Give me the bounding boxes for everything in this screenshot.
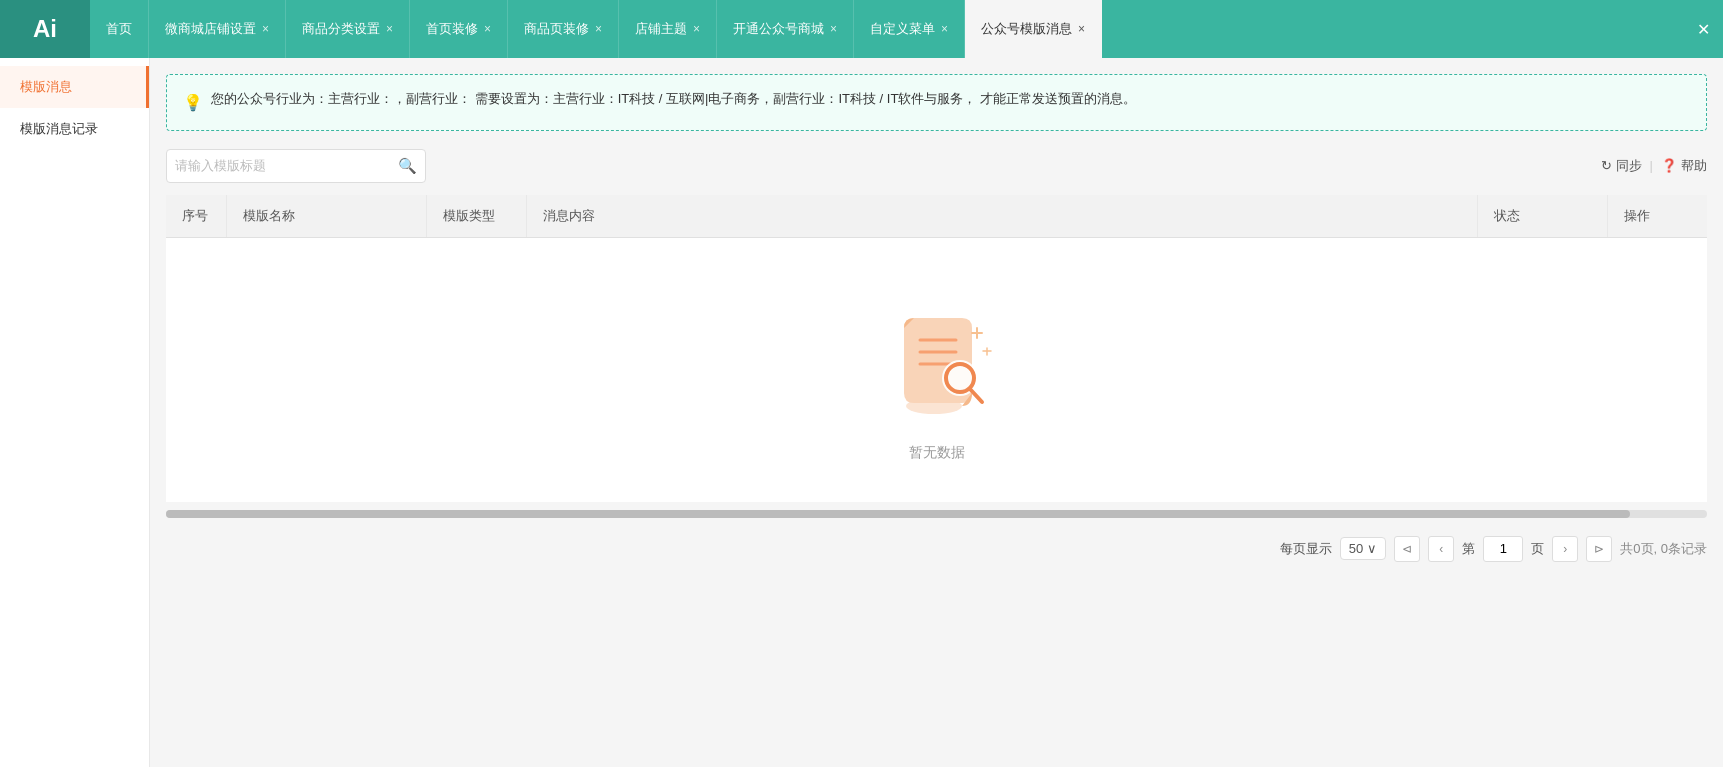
- sidebar-item-template-msg[interactable]: 模版消息: [0, 66, 149, 108]
- page-total: 共0页, 0条记录: [1620, 540, 1707, 558]
- empty-text: 暂无数据: [166, 444, 1707, 462]
- chevron-down-icon: ∨: [1367, 541, 1377, 556]
- sidebar: 模版消息模版消息记录: [0, 58, 150, 767]
- col-header-action: 操作: [1607, 195, 1707, 238]
- toolbar-right: ↻ 同步 | ❓ 帮助: [1601, 157, 1707, 175]
- col-header-name: 模版名称: [226, 195, 426, 238]
- nav-tab-home[interactable]: 首页: [90, 0, 149, 58]
- notice-content: 您的公众号行业为：主营行业：，副营行业： 需要设置为：主营行业：IT科技 / 互…: [211, 89, 1136, 110]
- page-word-before: 第: [1462, 540, 1475, 558]
- nav-tab-shop-settings[interactable]: 微商城店铺设置×: [149, 0, 286, 58]
- page-size-select[interactable]: 50 ∨: [1340, 537, 1386, 560]
- col-header-content: 消息内容: [526, 195, 1477, 238]
- search-input-wrap[interactable]: 🔍: [166, 149, 426, 183]
- logo: Ai: [0, 0, 90, 58]
- prev-page-button[interactable]: ‹: [1428, 536, 1454, 562]
- content-area: 💡 您的公众号行业为：主营行业：，副营行业： 需要设置为：主营行业：IT科技 /…: [150, 58, 1723, 767]
- empty-state: 暂无数据: [166, 238, 1707, 502]
- main-layout: 模版消息模版消息记录 💡 您的公众号行业为：主营行业：，副营行业： 需要设置为：…: [0, 58, 1723, 767]
- sync-button[interactable]: ↻ 同步: [1601, 157, 1642, 175]
- empty-row: 暂无数据: [166, 237, 1707, 502]
- divider: |: [1650, 158, 1653, 173]
- nav-tab-home-decor[interactable]: 首页装修×: [410, 0, 508, 58]
- notice-box: 💡 您的公众号行业为：主营行业：，副营行业： 需要设置为：主营行业：IT科技 /…: [166, 74, 1707, 131]
- next-page-button[interactable]: ›: [1552, 536, 1578, 562]
- page-word-after: 页: [1531, 540, 1544, 558]
- close-tab-category-settings-button[interactable]: ×: [386, 22, 393, 36]
- close-tab-shop-settings-button[interactable]: ×: [262, 22, 269, 36]
- table-body: 暂无数据: [166, 237, 1707, 502]
- horizontal-scrollbar[interactable]: [166, 510, 1707, 518]
- nav-tab-template-msg[interactable]: 公众号模版消息×: [965, 0, 1102, 58]
- col-header-seq: 序号: [166, 195, 226, 238]
- close-tab-store-theme-button[interactable]: ×: [693, 22, 700, 36]
- close-tab-product-decor-button[interactable]: ×: [595, 22, 602, 36]
- close-tab-custom-menu-button[interactable]: ×: [941, 22, 948, 36]
- close-all-tabs-button[interactable]: ✕: [1683, 0, 1723, 58]
- close-tab-open-mall-button[interactable]: ×: [830, 22, 837, 36]
- empty-illustration: [872, 298, 1002, 428]
- nav-tabs: 首页微商城店铺设置×商品分类设置×首页装修×商品页装修×店铺主题×开通公众号商城…: [90, 0, 1683, 58]
- nav-tab-store-theme[interactable]: 店铺主题×: [619, 0, 717, 58]
- page-size-value: 50: [1349, 541, 1363, 556]
- close-tab-template-msg-button[interactable]: ×: [1078, 22, 1085, 36]
- last-page-button[interactable]: ⊳: [1586, 536, 1612, 562]
- bulb-icon: 💡: [183, 90, 203, 116]
- search-bar: 🔍 ↻ 同步 | ❓ 帮助: [166, 149, 1707, 183]
- page-size-label: 每页显示: [1280, 540, 1332, 558]
- scrollbar-thumb[interactable]: [166, 510, 1630, 518]
- nav-tab-custom-menu[interactable]: 自定义菜单×: [854, 0, 965, 58]
- nav-tab-category-settings[interactable]: 商品分类设置×: [286, 0, 410, 58]
- sync-icon: ↻: [1601, 158, 1612, 173]
- current-page-input[interactable]: [1483, 536, 1523, 562]
- first-page-button[interactable]: ⊲: [1394, 536, 1420, 562]
- col-header-status: 状态: [1477, 195, 1607, 238]
- nav-tab-product-decor[interactable]: 商品页装修×: [508, 0, 619, 58]
- table-header: 序号模版名称模版类型消息内容状态操作: [166, 195, 1707, 238]
- help-icon: ❓: [1661, 158, 1677, 173]
- data-table: 序号模版名称模版类型消息内容状态操作: [166, 195, 1707, 502]
- col-header-type: 模版类型: [426, 195, 526, 238]
- search-icon[interactable]: 🔍: [398, 157, 417, 175]
- pagination: 每页显示 50 ∨ ⊲ ‹ 第 页 › ⊳ 共0页, 0条记录: [166, 526, 1707, 572]
- search-input[interactable]: [175, 158, 394, 173]
- nav-tab-open-mall[interactable]: 开通公众号商城×: [717, 0, 854, 58]
- close-tab-home-decor-button[interactable]: ×: [484, 22, 491, 36]
- table-header-row: 序号模版名称模版类型消息内容状态操作: [166, 195, 1707, 238]
- top-nav: Ai 首页微商城店铺设置×商品分类设置×首页装修×商品页装修×店铺主题×开通公众…: [0, 0, 1723, 58]
- sidebar-item-template-msg-log[interactable]: 模版消息记录: [0, 108, 149, 150]
- help-button[interactable]: ❓ 帮助: [1661, 157, 1707, 175]
